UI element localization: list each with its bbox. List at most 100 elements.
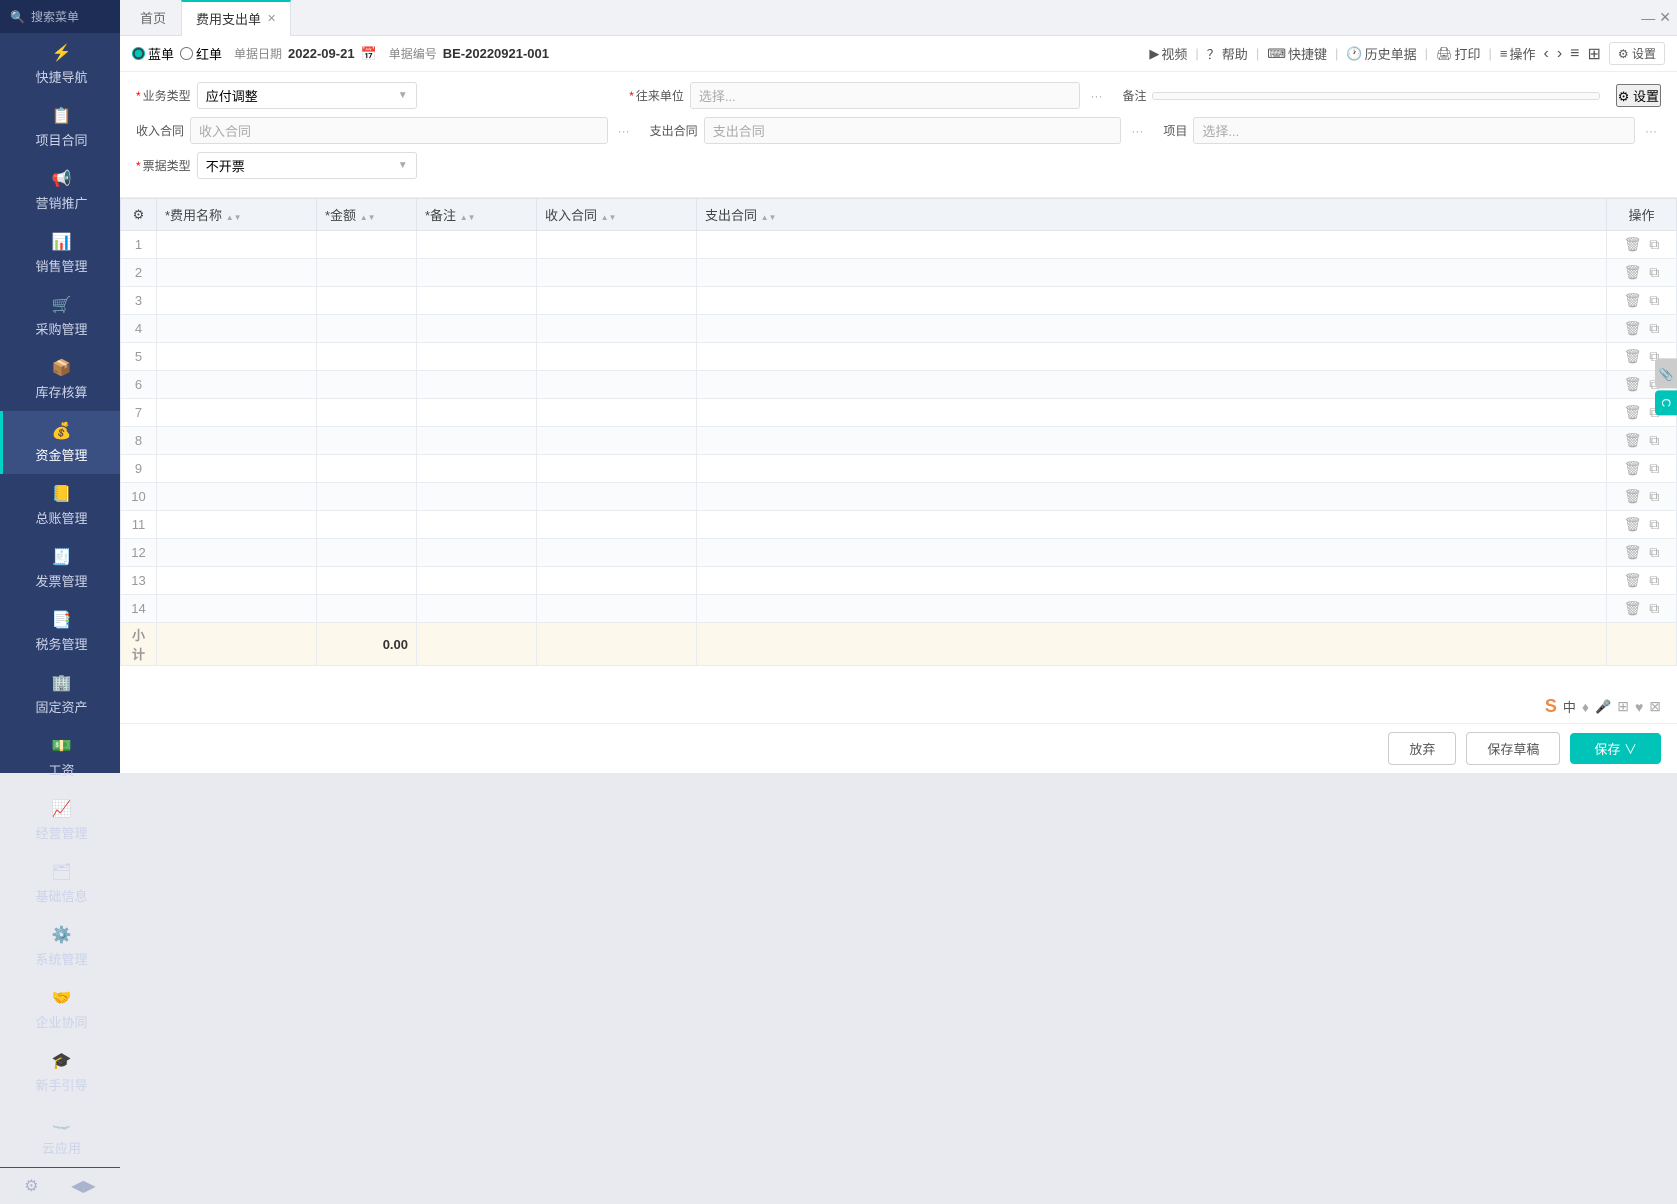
view-list-icon[interactable]: ≡ [1570, 45, 1579, 63]
col-name[interactable]: *费用名称 ▲▼ [157, 199, 317, 231]
cell-expense-contract[interactable] [697, 567, 1607, 595]
cell-note[interactable] [417, 399, 537, 427]
sort-arrows-amount[interactable]: ▲▼ [360, 214, 376, 222]
income-contract-input[interactable]: 收入合同 [190, 117, 608, 144]
cell-amount[interactable] [317, 427, 417, 455]
window-minimize-icon[interactable]: — [1641, 10, 1655, 26]
table-row[interactable]: 8 🗑 ⧉ [121, 427, 1677, 455]
cell-expense-contract[interactable] [697, 483, 1607, 511]
delete-icon[interactable]: 🗑 [1624, 292, 1642, 308]
delete-icon[interactable]: 🗑 [1624, 488, 1642, 504]
cell-income-contract[interactable] [537, 567, 697, 595]
sidebar-item-operations[interactable]: 📈 经营管理 [0, 789, 120, 852]
cell-income-contract[interactable] [537, 455, 697, 483]
table-row[interactable]: 12 🗑 ⧉ [121, 539, 1677, 567]
sidebar-item-invoice[interactable]: 🧾 发票管理 [0, 537, 120, 600]
project-input[interactable]: 选择... [1193, 117, 1635, 144]
video-btn[interactable]: ▶ 视频 [1149, 44, 1187, 63]
invoice-type-select[interactable]: 不开票 ▼ [197, 152, 417, 179]
col-settings[interactable]: ⚙ [121, 199, 157, 231]
table-row[interactable]: 3 🗑 ⧉ [121, 287, 1677, 315]
cell-income-contract[interactable] [537, 231, 697, 259]
cell-income-contract[interactable] [537, 483, 697, 511]
delete-icon[interactable]: 🗑 [1624, 460, 1642, 476]
calendar-icon[interactable]: 📅 [361, 46, 377, 62]
discard-button[interactable]: 放弃 [1388, 732, 1456, 765]
cell-income-contract[interactable] [537, 427, 697, 455]
delete-icon[interactable]: 🗑 [1624, 348, 1642, 364]
delete-icon[interactable]: 🗑 [1624, 600, 1642, 616]
sort-arrows-income[interactable]: ▲▼ [601, 214, 617, 222]
cell-amount[interactable] [317, 595, 417, 623]
col-expense-contract[interactable]: 支出合同 ▲▼ [697, 199, 1607, 231]
cell-income-contract[interactable] [537, 511, 697, 539]
delete-icon[interactable]: 🗑 [1624, 516, 1642, 532]
cell-income-contract[interactable] [537, 371, 697, 399]
cell-name[interactable] [157, 427, 317, 455]
sidebar-item-base-info[interactable]: 🗂 基础信息 [0, 852, 120, 915]
cell-note[interactable] [417, 315, 537, 343]
col-note[interactable]: *备注 ▲▼ [417, 199, 537, 231]
right-tab-attachment[interactable]: 📎 [1655, 358, 1677, 389]
cell-income-contract[interactable] [537, 343, 697, 371]
delete-icon[interactable]: 🗑 [1624, 264, 1642, 280]
close-box-icon[interactable]: ⊠ [1649, 698, 1661, 715]
cell-expense-contract[interactable] [697, 259, 1607, 287]
nav-prev-btn[interactable]: ‹ [1544, 45, 1549, 63]
expense-contract-input[interactable]: 支出合同 [704, 117, 1122, 144]
cell-name[interactable] [157, 399, 317, 427]
cell-note[interactable] [417, 483, 537, 511]
cell-expense-contract[interactable] [697, 427, 1607, 455]
sidebar-item-enterprise[interactable]: 🤝 企业协同 [0, 978, 120, 1041]
copy-icon[interactable]: ⧉ [1649, 488, 1659, 504]
cell-note[interactable] [417, 231, 537, 259]
delete-icon[interactable]: 🗑 [1624, 236, 1642, 252]
income-contract-dots[interactable]: ··· [614, 124, 634, 138]
cell-amount[interactable] [317, 511, 417, 539]
sidebar-item-newbie[interactable]: 🎓 新手引导 [0, 1041, 120, 1104]
cell-amount[interactable] [317, 259, 417, 287]
table-row[interactable]: 1 🗑 ⧉ [121, 231, 1677, 259]
grid-icon[interactable]: ⊞ [1617, 698, 1629, 715]
col-income-contract[interactable]: 收入合同 ▲▼ [537, 199, 697, 231]
cell-name[interactable] [157, 287, 317, 315]
cell-note[interactable] [417, 259, 537, 287]
set-button-top-right[interactable]: ⚙ 设置 [1616, 84, 1661, 107]
sidebar-search[interactable]: 🔍 搜索菜单 [0, 0, 120, 33]
cell-expense-contract[interactable] [697, 315, 1607, 343]
cell-note[interactable] [417, 427, 537, 455]
cell-amount[interactable] [317, 483, 417, 511]
project-dots[interactable]: ··· [1641, 124, 1661, 138]
cell-expense-contract[interactable] [697, 231, 1607, 259]
cell-name[interactable] [157, 371, 317, 399]
mic-icon[interactable]: 🎤 [1595, 699, 1611, 715]
col-amount[interactable]: *金额 ▲▼ [317, 199, 417, 231]
cell-expense-contract[interactable] [697, 539, 1607, 567]
table-row[interactable]: 13 🗑 ⧉ [121, 567, 1677, 595]
cell-name[interactable] [157, 455, 317, 483]
blue-bill-radio[interactable]: 蓝单 [132, 44, 174, 63]
cell-amount[interactable] [317, 231, 417, 259]
cell-expense-contract[interactable] [697, 511, 1607, 539]
sidebar-item-sys[interactable]: ⚙️ 系统管理 [0, 915, 120, 978]
expense-contract-dots[interactable]: ··· [1127, 124, 1147, 138]
cell-name[interactable] [157, 595, 317, 623]
sidebar-item-tax[interactable]: 📑 税务管理 [0, 600, 120, 663]
sort-arrows-expense[interactable]: ▲▼ [761, 214, 777, 222]
copy-icon[interactable]: ⧉ [1649, 460, 1659, 476]
cell-note[interactable] [417, 567, 537, 595]
copy-icon[interactable]: ⧉ [1649, 544, 1659, 560]
table-row[interactable]: 14 🗑 ⧉ [121, 595, 1677, 623]
cell-expense-contract[interactable] [697, 595, 1607, 623]
cell-amount[interactable] [317, 287, 417, 315]
cell-income-contract[interactable] [537, 539, 697, 567]
save-draft-button[interactable]: 保存草稿 [1466, 732, 1560, 765]
cell-amount[interactable] [317, 567, 417, 595]
copy-icon[interactable]: ⧉ [1649, 572, 1659, 588]
cell-name[interactable] [157, 259, 317, 287]
cell-note[interactable] [417, 539, 537, 567]
sidebar-item-cloud[interactable]: ☁️ 云应用 [0, 1104, 120, 1167]
table-row[interactable]: 4 🗑 ⧉ [121, 315, 1677, 343]
table-row[interactable]: 9 🗑 ⧉ [121, 455, 1677, 483]
tab-home[interactable]: 首页 [126, 0, 181, 36]
